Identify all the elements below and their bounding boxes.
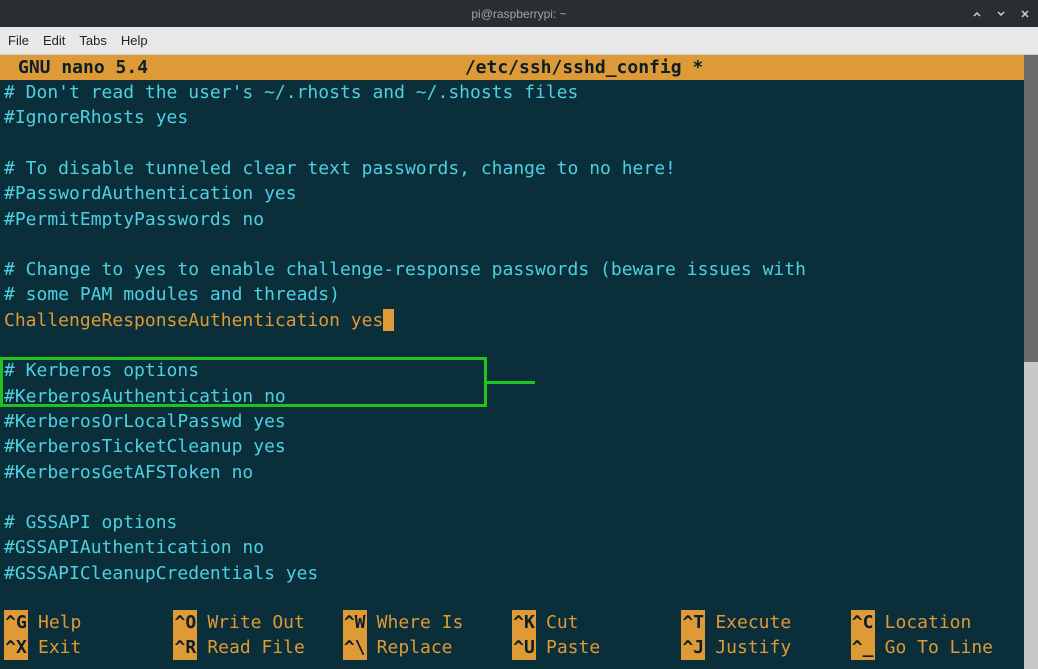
shortcut-label: Go To Line	[885, 635, 993, 660]
editor-line: #KerberosAuthentication no	[4, 384, 1034, 409]
shortcut-key: ^R	[173, 635, 197, 660]
menubar: File Edit Tabs Help	[0, 27, 1038, 55]
editor-line: # some PAM modules and threads)	[4, 282, 1034, 307]
shortcut-key: ^K	[512, 610, 536, 635]
footer-row-1: ^G Help ^O Write Out ^W Where Is ^K Cut …	[0, 610, 1024, 635]
editor-line: # Change to yes to enable challenge-resp…	[4, 257, 1034, 282]
shortcut-justify: ^J Justify	[681, 635, 850, 660]
shortcut-cut: ^K Cut	[512, 610, 681, 635]
menu-file[interactable]: File	[8, 33, 29, 48]
editor-line: # GSSAPI options	[4, 510, 1034, 535]
shortcut-label: Write Out	[207, 610, 305, 635]
editor-line	[4, 333, 1034, 358]
scrollbar[interactable]	[1024, 55, 1038, 669]
shortcut-key: ^J	[681, 635, 705, 660]
editor-line: # Don't read the user's ~/.rhosts and ~/…	[4, 80, 1034, 105]
shortcut-paste: ^U Paste	[512, 635, 681, 660]
shortcut-label: Replace	[377, 635, 453, 660]
editor-line	[4, 131, 1034, 156]
editor-content[interactable]: # Don't read the user's ~/.rhosts and ~/…	[0, 80, 1038, 586]
shortcut-readfile: ^R Read File	[173, 635, 342, 660]
editor-line: # Kerberos options	[4, 358, 1034, 383]
shortcut-key: ^G	[4, 610, 28, 635]
shortcut-key: ^C	[851, 610, 875, 635]
maximize-icon[interactable]	[994, 7, 1008, 21]
nano-version: GNU nano 5.4	[4, 55, 148, 80]
nano-filename: /etc/ssh/sshd_config *	[148, 55, 1020, 80]
shortcut-label: Help	[38, 610, 81, 635]
shortcut-exit: ^X Exit	[4, 635, 173, 660]
shortcut-execute: ^T Execute	[681, 610, 850, 635]
scrollbar-thumb[interactable]	[1024, 55, 1038, 362]
editor-line: #KerberosTicketCleanup yes	[4, 434, 1034, 459]
shortcut-gotoline: ^_ Go To Line	[851, 635, 1020, 660]
shortcut-writeout: ^O Write Out	[173, 610, 342, 635]
editor-line: #GSSAPIAuthentication no	[4, 535, 1034, 560]
shortcut-whereis: ^W Where Is	[343, 610, 512, 635]
close-icon[interactable]	[1018, 7, 1032, 21]
menu-help[interactable]: Help	[121, 33, 148, 48]
editor-line: #GSSAPICleanupCredentials yes	[4, 561, 1034, 586]
nano-footer: ^G Help ^O Write Out ^W Where Is ^K Cut …	[0, 610, 1024, 660]
terminal[interactable]: GNU nano 5.4 /etc/ssh/sshd_config * # Do…	[0, 55, 1038, 669]
highlighted-text: ChallengeResponseAuthentication yes	[4, 308, 383, 333]
shortcut-replace: ^\ Replace	[343, 635, 512, 660]
shortcut-label: Location	[885, 610, 972, 635]
editor-line: #KerberosGetAFSToken no	[4, 459, 1034, 484]
shortcut-label: Exit	[38, 635, 81, 660]
editor-line: #IgnoreRhosts yes	[4, 105, 1034, 130]
titlebar: pi@raspberrypi: ~	[0, 0, 1038, 27]
menu-edit[interactable]: Edit	[43, 33, 65, 48]
editor-line	[4, 232, 1034, 257]
shortcut-location: ^C Location	[851, 610, 1020, 635]
window-controls	[970, 7, 1032, 21]
window-title: pi@raspberrypi: ~	[471, 7, 566, 21]
shortcut-key: ^U	[512, 635, 536, 660]
shortcut-key: ^T	[681, 610, 705, 635]
shortcut-label: Read File	[207, 635, 305, 660]
shortcut-help: ^G Help	[4, 610, 173, 635]
shortcut-label: Execute	[715, 610, 791, 635]
editor-line: #KerberosOrLocalPasswd yes	[4, 409, 1034, 434]
editor-line: #PermitEmptyPasswords no	[4, 206, 1034, 231]
shortcut-label: Justify	[715, 635, 791, 660]
shortcut-label: Where Is	[377, 610, 464, 635]
shortcut-key: ^_	[851, 635, 875, 660]
editor-line-highlighted: ChallengeResponseAuthentication yes	[4, 308, 1034, 333]
shortcut-key: ^W	[343, 610, 367, 635]
editor-line: #PasswordAuthentication yes	[4, 181, 1034, 206]
editor-line: # To disable tunneled clear text passwor…	[4, 156, 1034, 181]
shortcut-key: ^\	[343, 635, 367, 660]
menu-tabs[interactable]: Tabs	[79, 33, 106, 48]
minimize-icon[interactable]	[970, 7, 984, 21]
shortcut-key: ^O	[173, 610, 197, 635]
shortcut-label: Cut	[546, 610, 579, 635]
shortcut-label: Paste	[546, 635, 600, 660]
nano-header: GNU nano 5.4 /etc/ssh/sshd_config *	[0, 55, 1024, 80]
shortcut-key: ^X	[4, 635, 28, 660]
editor-line	[4, 485, 1034, 510]
cursor	[383, 309, 394, 331]
footer-row-2: ^X Exit ^R Read File ^\ Replace ^U Paste…	[0, 635, 1024, 660]
